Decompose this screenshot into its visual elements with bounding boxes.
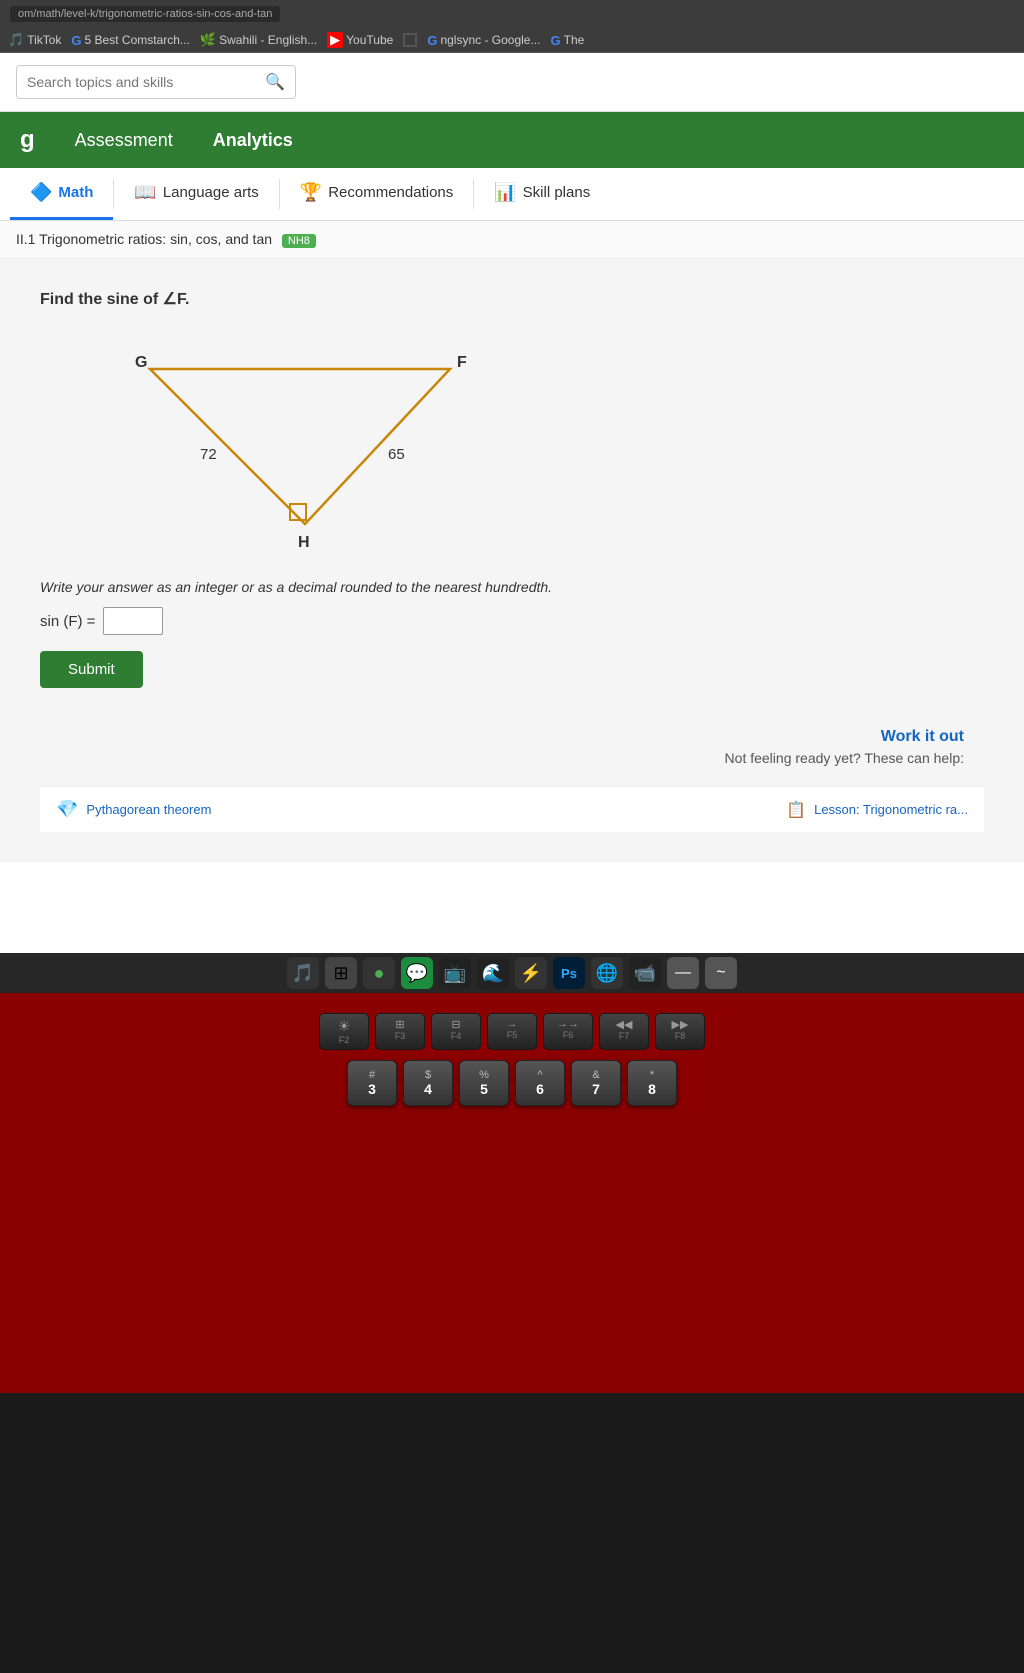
help-resources: 💎 Pythagorean theorem 📋 Lesson: Trigonom…: [40, 786, 984, 832]
tab-language-arts-label: Language arts: [163, 184, 259, 201]
bookmark-nglsync[interactable]: G nglsync - Google...: [427, 33, 540, 48]
bookmark-label: nglsync - Google...: [440, 33, 540, 47]
fn-key-row: ☀ F2 ⊞ F3 ⊟ F4 → F5 →→ F6 ◀◀ F7 ▶▶ F8: [10, 1013, 1014, 1050]
skill-plans-icon: 📊: [494, 182, 516, 203]
fn-key-f3[interactable]: ⊞ F3: [375, 1013, 425, 1050]
pythagorean-icon: 💎: [56, 799, 78, 820]
fn-key-f7[interactable]: ◀◀ F7: [599, 1013, 649, 1050]
bookmark-label: The: [564, 33, 585, 47]
taskbar-wave[interactable]: 🌊: [477, 957, 509, 989]
search-input[interactable]: [27, 74, 257, 90]
taskbar-ps[interactable]: Ps: [553, 957, 585, 989]
taskbar-dash[interactable]: —: [667, 957, 699, 989]
tab-skill-plans[interactable]: 📊 Skill plans: [474, 168, 610, 220]
taskbar-video[interactable]: 📹: [629, 957, 661, 989]
bookmark-label: Swahili - English...: [219, 33, 317, 47]
work-it-out: Work it out Not feeling ready yet? These…: [40, 728, 984, 766]
fn-key-f4[interactable]: ⊟ F4: [431, 1013, 481, 1050]
tab-language-arts[interactable]: 📖 Language arts: [114, 168, 278, 220]
skill-header: II.1 Trigonometric ratios: sin, cos, and…: [0, 221, 1024, 259]
url-text[interactable]: om/math/level-k/trigonometric-ratios-sin…: [10, 6, 280, 22]
work-it-out-title[interactable]: Work it out: [40, 728, 964, 746]
fn-key-f6[interactable]: →→ F6: [543, 1013, 593, 1050]
nav-analytics[interactable]: Analytics: [193, 116, 313, 165]
taskbar-tilde[interactable]: ~: [705, 957, 737, 989]
skill-badge: NH8: [282, 234, 316, 248]
search-bar: 🔍: [0, 53, 1024, 112]
taskbar-messages[interactable]: 💬: [401, 957, 433, 989]
bookmark-tiktok[interactable]: 🎵 TikTok: [8, 32, 61, 48]
key-5[interactable]: % 5: [459, 1060, 509, 1106]
fn-key-f2[interactable]: ☀ F2: [319, 1013, 369, 1050]
skill-name: Trigonometric ratios: sin, cos, and tan: [39, 231, 272, 247]
language-arts-icon: 📖: [134, 182, 156, 203]
vertex-H: H: [298, 534, 310, 551]
bookmark-square[interactable]: [403, 33, 417, 47]
side-FH-label: 65: [388, 446, 405, 463]
search-wrapper[interactable]: 🔍: [16, 65, 296, 99]
bookmark-label: YouTube: [346, 33, 393, 47]
tab-recommendations[interactable]: 🏆 Recommendations: [280, 168, 473, 220]
bookmark-label: TikTok: [27, 33, 61, 47]
tab-skill-plans-label: Skill plans: [523, 184, 591, 201]
lesson-label: Lesson: Trigonometric ra...: [814, 802, 968, 817]
bookmark-youtube[interactable]: ▶ YouTube: [327, 32, 393, 48]
main-content: 🔍 g Assessment Analytics 🔷 Math 📖 Langua…: [0, 53, 1024, 953]
problem-instruction: Find the sine of ∠F.: [40, 289, 984, 309]
taskbar-music[interactable]: 🎵: [287, 957, 319, 989]
help-pythagorean[interactable]: 💎 Pythagorean theorem: [56, 799, 211, 820]
answer-input[interactable]: [103, 607, 163, 635]
lesson-icon: 📋: [786, 800, 806, 820]
key-6[interactable]: ^ 6: [515, 1060, 565, 1106]
taskbar-grid[interactable]: ⊞: [325, 957, 357, 989]
key-3[interactable]: # 3: [347, 1060, 397, 1106]
answer-instruction: Write your answer as an integer or as a …: [40, 579, 984, 595]
search-icon: 🔍: [265, 72, 285, 92]
math-icon: 🔷: [30, 182, 52, 203]
taskbar-bolt[interactable]: ⚡: [515, 957, 547, 989]
work-it-out-subtitle: Not feeling ready yet? These can help:: [40, 750, 964, 766]
mac-taskbar: 🎵 ⊞ ● 💬 📺 🌊 ⚡ Ps 🌐 📹 — ~: [0, 953, 1024, 993]
help-lesson[interactable]: 📋 Lesson: Trigonometric ra...: [786, 800, 968, 820]
triangle-svg: G F H 72 65: [70, 329, 490, 559]
bookmark-comstarch[interactable]: G 5 Best Comstarch...: [71, 33, 190, 48]
nav-assessment[interactable]: Assessment: [55, 116, 193, 165]
bookmark-label: 5 Best Comstarch...: [85, 33, 190, 47]
taskbar-browser[interactable]: 🌐: [591, 957, 623, 989]
tab-math[interactable]: 🔷 Math: [10, 168, 113, 220]
skill-code: II.1: [16, 231, 35, 247]
bookmarks-bar: 🎵 TikTok G 5 Best Comstarch... 🌿 Swahili…: [0, 28, 1024, 53]
tab-recommendations-label: Recommendations: [328, 184, 453, 201]
nav-app-letter: g: [16, 112, 55, 168]
vertex-G: G: [135, 354, 147, 371]
side-GH-label: 72: [200, 446, 217, 463]
key-7[interactable]: & 7: [571, 1060, 621, 1106]
nav-header: g Assessment Analytics: [0, 112, 1024, 168]
bookmark-the[interactable]: G The: [551, 33, 585, 48]
key-4[interactable]: $ 4: [403, 1060, 453, 1106]
equation-label: sin (F) =: [40, 613, 95, 630]
problem-area: Find the sine of ∠F. G F H 72 65 Write y…: [0, 259, 1024, 862]
browser-url-bar: om/math/level-k/trigonometric-ratios-sin…: [0, 0, 1024, 28]
tab-math-label: Math: [58, 184, 93, 201]
fn-key-f8[interactable]: ▶▶ F8: [655, 1013, 705, 1050]
triangle-diagram: G F H 72 65: [70, 329, 984, 559]
taskbar-circle[interactable]: ●: [363, 957, 395, 989]
taskbar-tv[interactable]: 📺: [439, 957, 471, 989]
recommendations-icon: 🏆: [300, 182, 322, 203]
pythagorean-label: Pythagorean theorem: [86, 802, 211, 817]
key-8[interactable]: * 8: [627, 1060, 677, 1106]
sin-equation: sin (F) =: [40, 607, 984, 635]
number-key-row: # 3 $ 4 % 5 ^ 6 & 7 * 8: [10, 1060, 1014, 1106]
subject-tabs: 🔷 Math 📖 Language arts 🏆 Recommendations…: [0, 168, 1024, 221]
fn-key-f5[interactable]: → F5: [487, 1013, 537, 1050]
submit-button[interactable]: Submit: [40, 651, 143, 688]
vertex-F: F: [457, 354, 467, 371]
answer-area: Write your answer as an integer or as a …: [40, 579, 984, 688]
bookmark-swahili[interactable]: 🌿 Swahili - English...: [200, 32, 317, 48]
keyboard-area: ☀ F2 ⊞ F3 ⊟ F4 → F5 →→ F6 ◀◀ F7 ▶▶ F8: [0, 993, 1024, 1393]
